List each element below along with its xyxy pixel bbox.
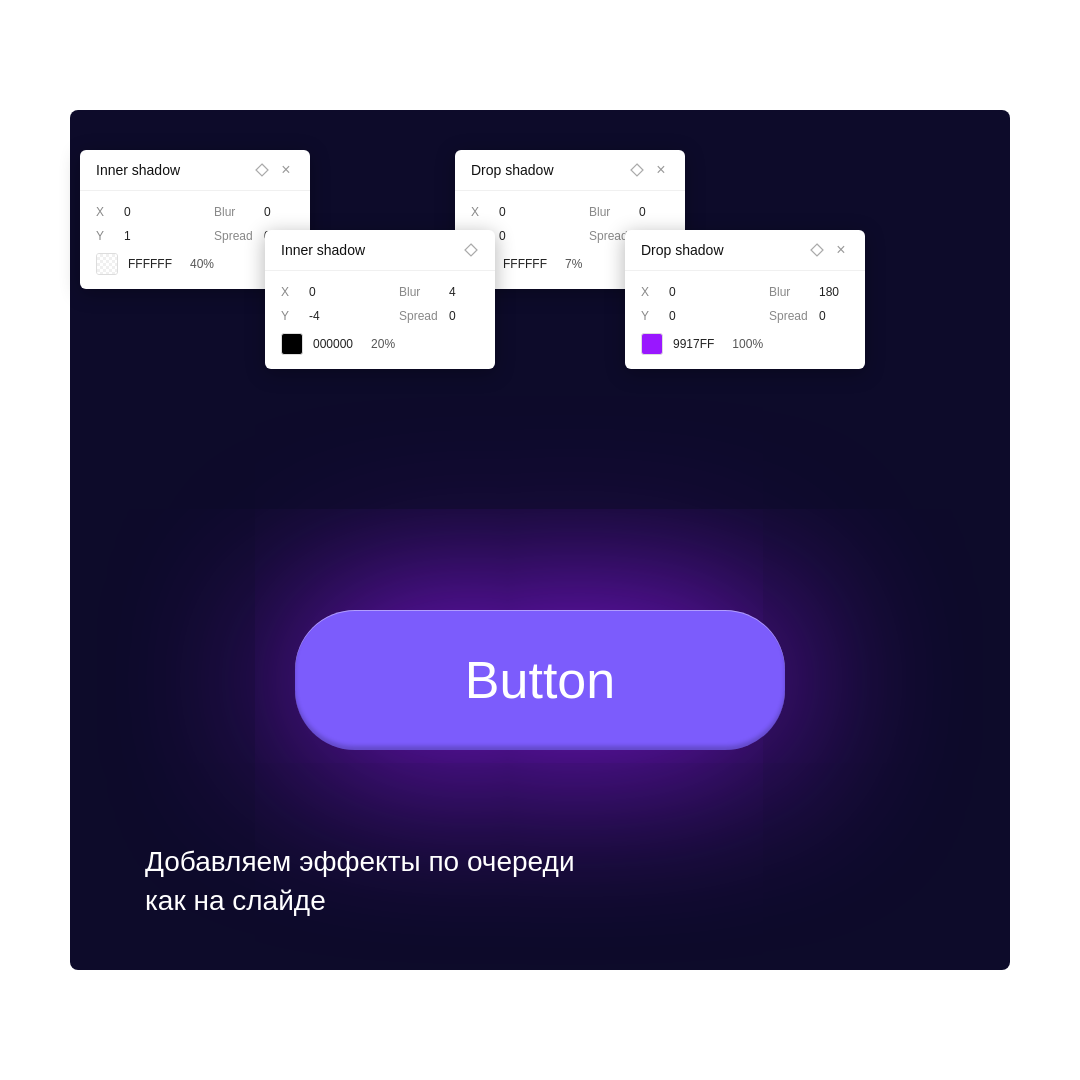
diamond-icon-3[interactable]: [463, 242, 479, 258]
blur-label-2: Blur: [589, 205, 639, 219]
color-swatch-1[interactable]: [96, 253, 118, 275]
spread-label-4: Spread: [769, 309, 819, 323]
y-value-1: 1: [124, 229, 154, 243]
blur-label-3: Blur: [399, 285, 449, 299]
color-alpha-3: 20%: [371, 337, 395, 351]
panel-drop-shadow-2: Drop shadow × X 0 Blur 180 Y 0 Spread: [625, 230, 865, 369]
blur-label-4: Blur: [769, 285, 819, 299]
diamond-icon-1[interactable]: [254, 162, 270, 178]
y-value-4: 0: [669, 309, 699, 323]
button-area: Button: [70, 610, 1010, 750]
x-label-3: X: [281, 285, 309, 299]
y-label-1: Y: [96, 229, 124, 243]
spread-label-1: Spread: [214, 229, 264, 243]
x-label-4: X: [641, 285, 669, 299]
bottom-text-line2: как на слайде: [145, 881, 575, 920]
color-hex-4: 9917FF: [673, 337, 714, 351]
panel-title-drop-shadow-1: Drop shadow: [471, 162, 554, 178]
panel-title-inner-shadow-2: Inner shadow: [281, 242, 365, 258]
spread-value-3: 0: [449, 309, 479, 323]
demo-button[interactable]: Button: [295, 610, 785, 750]
bottom-text: Добавляем эффекты по очереди как на слай…: [145, 842, 575, 920]
y-value-3: -4: [309, 309, 339, 323]
diamond-icon-2[interactable]: [629, 162, 645, 178]
blur-value-4: 180: [819, 285, 849, 299]
y-label-3: Y: [281, 309, 309, 323]
color-alpha-2: 7%: [565, 257, 582, 271]
spread-value-4: 0: [819, 309, 849, 323]
diamond-icon-4[interactable]: [809, 242, 825, 258]
color-swatch-4[interactable]: [641, 333, 663, 355]
panel-title-drop-shadow-2: Drop shadow: [641, 242, 724, 258]
spread-label-3: Spread: [399, 309, 449, 323]
blur-value-2: 0: [639, 205, 669, 219]
color-swatch-3[interactable]: [281, 333, 303, 355]
bottom-text-line1: Добавляем эффекты по очереди: [145, 842, 575, 881]
x-value-2: 0: [499, 205, 529, 219]
y-value-2: 0: [499, 229, 529, 243]
color-alpha-4: 100%: [732, 337, 763, 351]
x-value-1: 0: [124, 205, 154, 219]
y-label-4: Y: [641, 309, 669, 323]
color-hex-2: FFFFFF: [503, 257, 547, 271]
close-icon-2[interactable]: ×: [653, 162, 669, 178]
panel-inner-shadow-2: Inner shadow X 0 Blur 4 Y -4 Spread 0: [265, 230, 495, 369]
close-icon-4[interactable]: ×: [833, 242, 849, 258]
panel-title-inner-shadow-1: Inner shadow: [96, 162, 180, 178]
x-value-4: 0: [669, 285, 699, 299]
x-value-3: 0: [309, 285, 339, 299]
blur-label-1: Blur: [214, 205, 264, 219]
x-label-1: X: [96, 205, 124, 219]
color-hex-1: FFFFFF: [128, 257, 172, 271]
close-icon-1[interactable]: ×: [278, 162, 294, 178]
outer-container: Inner shadow × X 0 Blur 0 Y 1 Spread: [70, 110, 1010, 970]
blur-value-3: 4: [449, 285, 479, 299]
color-alpha-1: 40%: [190, 257, 214, 271]
x-label-2: X: [471, 205, 499, 219]
blur-value-1: 0: [264, 205, 294, 219]
color-hex-3: 000000: [313, 337, 353, 351]
